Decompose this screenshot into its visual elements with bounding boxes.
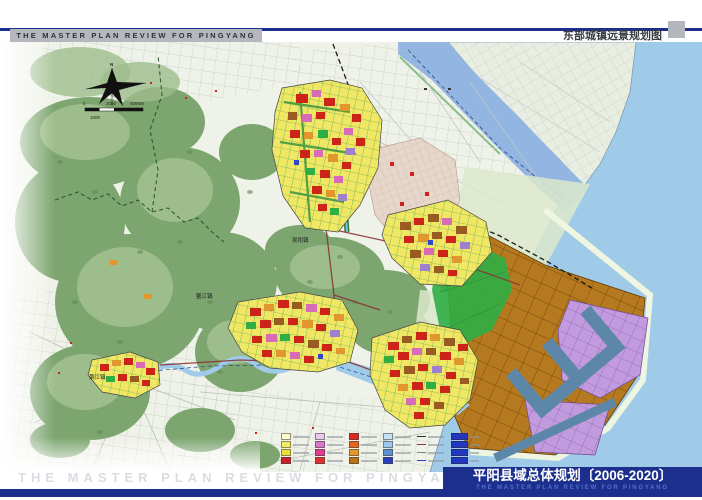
plan-title-english: THE MASTER PLAN REVIEW FOR PINGYANG [476,485,669,491]
legend-chip [383,441,393,448]
legend-chip [281,449,291,456]
legend-chip [281,433,291,440]
legend-line-symbol [417,443,426,446]
legend-label-bar [361,451,377,454]
bottom-edge-fade [0,437,260,472]
legend-chip [315,457,325,464]
map-sheet-name: 东部城镇远景规划图 [563,30,662,42]
legend-label-bar [293,435,309,438]
scale-tick-2000: 2000 [106,101,117,106]
legend-label-bar [293,451,309,454]
plan-sheet: THE MASTER PLAN REVIEW FOR PINGYANG 东部城镇… [0,0,702,500]
legend-chip [349,457,359,464]
legend-label-bar [470,435,479,438]
legend-chip [315,441,325,448]
legend-label-bar [327,443,343,446]
legend-label-bar [428,451,444,454]
legend-label-bar [361,435,377,438]
left-edge-fade [0,42,55,472]
legend-wide-chip [451,433,468,440]
legend-chip [383,433,393,440]
legend-label-bar [361,443,377,446]
legend-chip [349,449,359,456]
legend-chip [281,441,291,448]
legend-label-bar [470,459,479,462]
plan-title-chinese: 平阳县域总体规划〔2006-2020〕 [472,468,673,483]
legend-label-bar [395,443,411,446]
legend-chip [315,433,325,440]
town-label-aojiang: 鳌江镇 [196,292,213,300]
town-label-kunyang: 昆阳镇 [292,236,309,244]
legend-column [349,433,377,468]
legend-label-bar [395,435,411,438]
legend-label-bar [327,451,343,454]
legend-column-blue [451,433,479,468]
compass-north-label: N [110,62,113,67]
legend-column [383,433,411,468]
legend-chip [383,457,393,464]
legend-line-symbol [417,459,426,462]
legend-label-bar [428,459,444,462]
legend-chip [349,433,359,440]
legend-line-symbol [417,435,426,438]
legend-label-bar [327,435,343,438]
scale-tick-4000: 4000M [130,101,144,106]
legend-label-bar [428,443,444,446]
scale-tick-1000: 1000 [90,115,101,120]
legend-column [315,433,343,468]
legend-chip [281,457,291,464]
legend-label-bar [470,443,479,446]
legend-wide-chip [451,457,468,464]
legend-label-bar [395,459,411,462]
legend-label-bar [470,451,479,454]
legend-wide-chip [451,449,468,456]
legend-label-bar [293,459,309,462]
map-legend [281,433,479,468]
legend-label-bar [395,451,411,454]
legend-label-bar [293,443,309,446]
watermark-text: THE MASTER PLAN REVIEW FOR PINGYANG [18,470,475,485]
legend-column [281,433,309,468]
legend-chip [315,449,325,456]
town-label-xiaojiang: 萧江镇 [89,373,106,381]
legend-label-bar [361,459,377,462]
legend-column-symbols [417,434,445,468]
legend-chip [349,441,359,448]
master-plan-map: N 0 2000 4000M 1000 昆阳镇 鳌江镇 萧江镇 [0,42,702,472]
title-block: 平阳县域总体规划〔2006-2020〕 THE MASTER PLAN REVI… [443,467,702,497]
legend-wide-chip [451,441,468,448]
legend-chip [383,449,393,456]
legend-line-symbol [417,451,426,454]
top-title-bar: THE MASTER PLAN REVIEW FOR PINGYANG [10,29,262,43]
sheet-number-square [668,21,685,38]
legend-label-bar [428,435,444,438]
legend-label-bar [327,459,343,462]
